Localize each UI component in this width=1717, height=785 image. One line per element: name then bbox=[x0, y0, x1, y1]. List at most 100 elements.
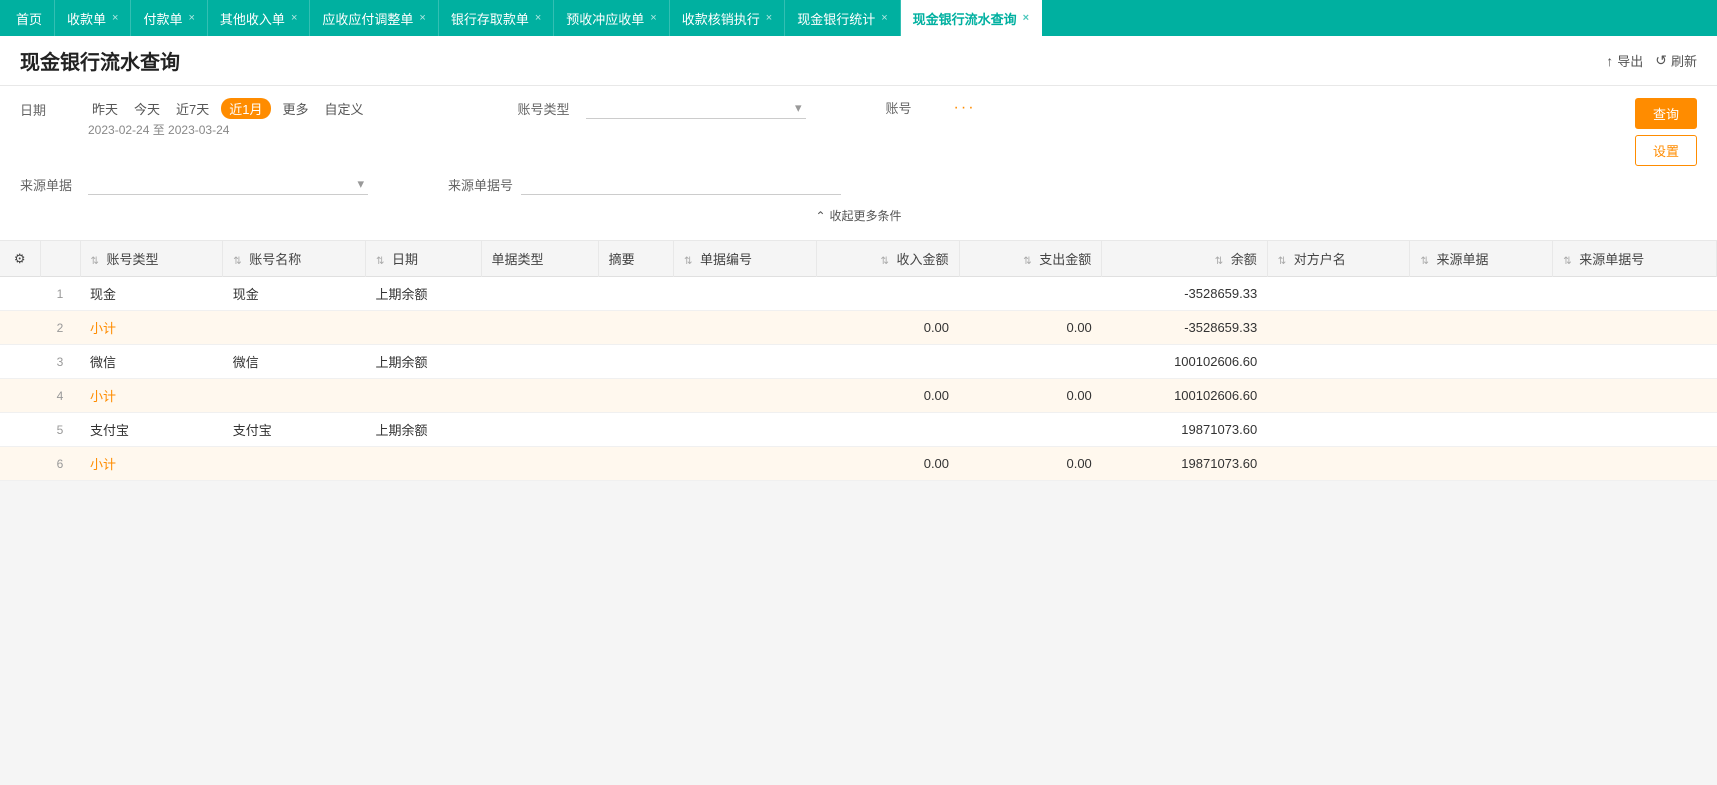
close-other-income-icon[interactable]: × bbox=[291, 12, 297, 24]
table-cell: 微信 bbox=[223, 345, 366, 379]
source-doc-select[interactable]: ▾ bbox=[88, 174, 368, 195]
refresh-button[interactable]: ↺ 刷新 bbox=[1655, 51, 1697, 70]
table-cell bbox=[223, 447, 366, 481]
sort-doc-no-icon: ⇅ bbox=[684, 256, 692, 267]
collapse-icon: ⌃ bbox=[815, 209, 825, 223]
table-cell bbox=[481, 447, 598, 481]
table-cell bbox=[366, 379, 481, 413]
col-account-type[interactable]: ⇅ 账号类型 bbox=[80, 241, 223, 277]
table-cell: 1 bbox=[40, 277, 80, 311]
nav-cash-bank-flow[interactable]: 现金银行流水查询 × bbox=[901, 0, 1042, 36]
account-label: 账号 bbox=[886, 98, 946, 117]
close-cash-bank-flow-icon[interactable]: × bbox=[1023, 12, 1029, 24]
table-cell bbox=[598, 311, 673, 345]
table-cell: 19871073.60 bbox=[1102, 413, 1267, 447]
col-source-doc-no[interactable]: ⇅ 来源单据号 bbox=[1553, 241, 1717, 277]
nav-receipts-exec[interactable]: 收款核销执行 × bbox=[670, 0, 785, 36]
table-row[interactable]: 4小计0.000.00100102606.60 bbox=[0, 379, 1717, 413]
table-cell bbox=[674, 447, 817, 481]
col-expense[interactable]: ⇅ 支出金额 bbox=[959, 241, 1102, 277]
col-balance[interactable]: ⇅ 余额 bbox=[1102, 241, 1267, 277]
col-account-name[interactable]: ⇅ 账号名称 bbox=[223, 241, 366, 277]
col-date[interactable]: ⇅ 日期 bbox=[366, 241, 481, 277]
sort-balance-icon: ⇅ bbox=[1215, 256, 1223, 267]
nav-bank-deposit[interactable]: 银行存取款单 × bbox=[439, 0, 554, 36]
close-receivable-adjust-icon[interactable]: × bbox=[419, 12, 425, 24]
table-cell bbox=[223, 311, 366, 345]
table-cell: 上期余额 bbox=[366, 345, 481, 379]
close-advance-offset-icon[interactable]: × bbox=[650, 12, 656, 24]
nav-home[interactable]: 首页 bbox=[4, 0, 55, 36]
table-cell bbox=[1267, 379, 1410, 413]
table-cell bbox=[481, 413, 598, 447]
table-cell bbox=[0, 413, 40, 447]
close-bank-deposit-icon[interactable]: × bbox=[535, 12, 541, 24]
col-doc-no[interactable]: ⇅ 单据编号 bbox=[674, 241, 817, 277]
table-cell bbox=[1553, 379, 1717, 413]
page-header: 现金银行流水查询 ↑ 导出 ↺ 刷新 bbox=[0, 36, 1717, 86]
table-row[interactable]: 2小计0.000.00-3528659.33 bbox=[0, 311, 1717, 345]
settings-button[interactable]: 设置 bbox=[1635, 135, 1697, 166]
date-opt-1month[interactable]: 近1月 bbox=[221, 98, 270, 119]
account-type-label: 账号类型 bbox=[518, 99, 578, 118]
table-cell bbox=[1410, 311, 1553, 345]
nav-advance-offset[interactable]: 预收冲应收单 × bbox=[554, 0, 669, 36]
sort-counterparty-icon: ⇅ bbox=[1278, 256, 1286, 267]
col-settings[interactable]: ⚙ bbox=[0, 241, 40, 277]
nav-other-income[interactable]: 其他收入单 × bbox=[208, 0, 310, 36]
table-cell bbox=[674, 379, 817, 413]
table-cell: 100102606.60 bbox=[1102, 379, 1267, 413]
table-cell bbox=[0, 379, 40, 413]
table-cell: 0.00 bbox=[816, 311, 959, 345]
table-cell: 5 bbox=[40, 413, 80, 447]
date-opt-more[interactable]: 更多 bbox=[279, 98, 313, 119]
refresh-icon: ↺ bbox=[1655, 52, 1667, 69]
table-cell bbox=[1267, 311, 1410, 345]
nav-receipts[interactable]: 收款单 × bbox=[55, 0, 131, 36]
table-cell bbox=[816, 345, 959, 379]
account-type-select[interactable]: ▾ bbox=[586, 98, 806, 119]
table-row[interactable]: 3微信微信上期余额100102606.60 bbox=[0, 345, 1717, 379]
table-cell bbox=[1267, 277, 1410, 311]
col-source-doc[interactable]: ⇅ 来源单据 bbox=[1410, 241, 1553, 277]
close-receipts-icon[interactable]: × bbox=[112, 12, 118, 24]
table-cell bbox=[0, 447, 40, 481]
nav-receivable-adjust[interactable]: 应收应付调整单 × bbox=[310, 0, 438, 36]
col-counterparty[interactable]: ⇅ 对方户名 bbox=[1267, 241, 1410, 277]
close-payments-icon[interactable]: × bbox=[188, 12, 194, 24]
table-cell: 0.00 bbox=[959, 379, 1102, 413]
source-doc-no-input[interactable] bbox=[521, 175, 841, 195]
table-cell: 小计 bbox=[80, 379, 223, 413]
table-row[interactable]: 6小计0.000.0019871073.60 bbox=[0, 447, 1717, 481]
table-cell bbox=[481, 277, 598, 311]
table-cell bbox=[1410, 413, 1553, 447]
date-opt-custom[interactable]: 自定义 bbox=[321, 98, 368, 119]
table-cell bbox=[1410, 379, 1553, 413]
collapse-button[interactable]: ⌃ 收起更多条件 bbox=[20, 203, 1697, 228]
date-opt-yesterday[interactable]: 昨天 bbox=[88, 98, 122, 119]
table-cell bbox=[1410, 277, 1553, 311]
close-cash-bank-stats-icon[interactable]: × bbox=[881, 12, 887, 24]
table-cell: 0.00 bbox=[959, 447, 1102, 481]
table-cell: 4 bbox=[40, 379, 80, 413]
table-row[interactable]: 5支付宝支付宝上期余额19871073.60 bbox=[0, 413, 1717, 447]
table-cell: 2 bbox=[40, 311, 80, 345]
table-row[interactable]: 1现金现金上期余额-3528659.33 bbox=[0, 277, 1717, 311]
date-opt-today[interactable]: 今天 bbox=[130, 98, 164, 119]
table-cell bbox=[598, 379, 673, 413]
export-button[interactable]: ↑ 导出 bbox=[1606, 51, 1643, 70]
nav-payments[interactable]: 付款单 × bbox=[131, 0, 207, 36]
nav-cash-bank-stats[interactable]: 现金银行统计 × bbox=[785, 0, 900, 36]
table-cell: 现金 bbox=[80, 277, 223, 311]
account-ellipsis[interactable]: ··· bbox=[954, 99, 976, 117]
table-cell bbox=[674, 311, 817, 345]
close-receipts-exec-icon[interactable]: × bbox=[766, 12, 772, 24]
table-cell: -3528659.33 bbox=[1102, 277, 1267, 311]
col-income[interactable]: ⇅ 收入金额 bbox=[816, 241, 959, 277]
query-button[interactable]: 查询 bbox=[1635, 98, 1697, 129]
table-cell bbox=[816, 413, 959, 447]
data-table: ⚙ ⇅ 账号类型 ⇅ 账号名称 ⇅ 日期 单据类型 摘要 bbox=[0, 241, 1717, 481]
date-opt-7days[interactable]: 近7天 bbox=[172, 98, 213, 119]
table-cell bbox=[816, 277, 959, 311]
account-type-dropdown-icon: ▾ bbox=[795, 100, 802, 116]
